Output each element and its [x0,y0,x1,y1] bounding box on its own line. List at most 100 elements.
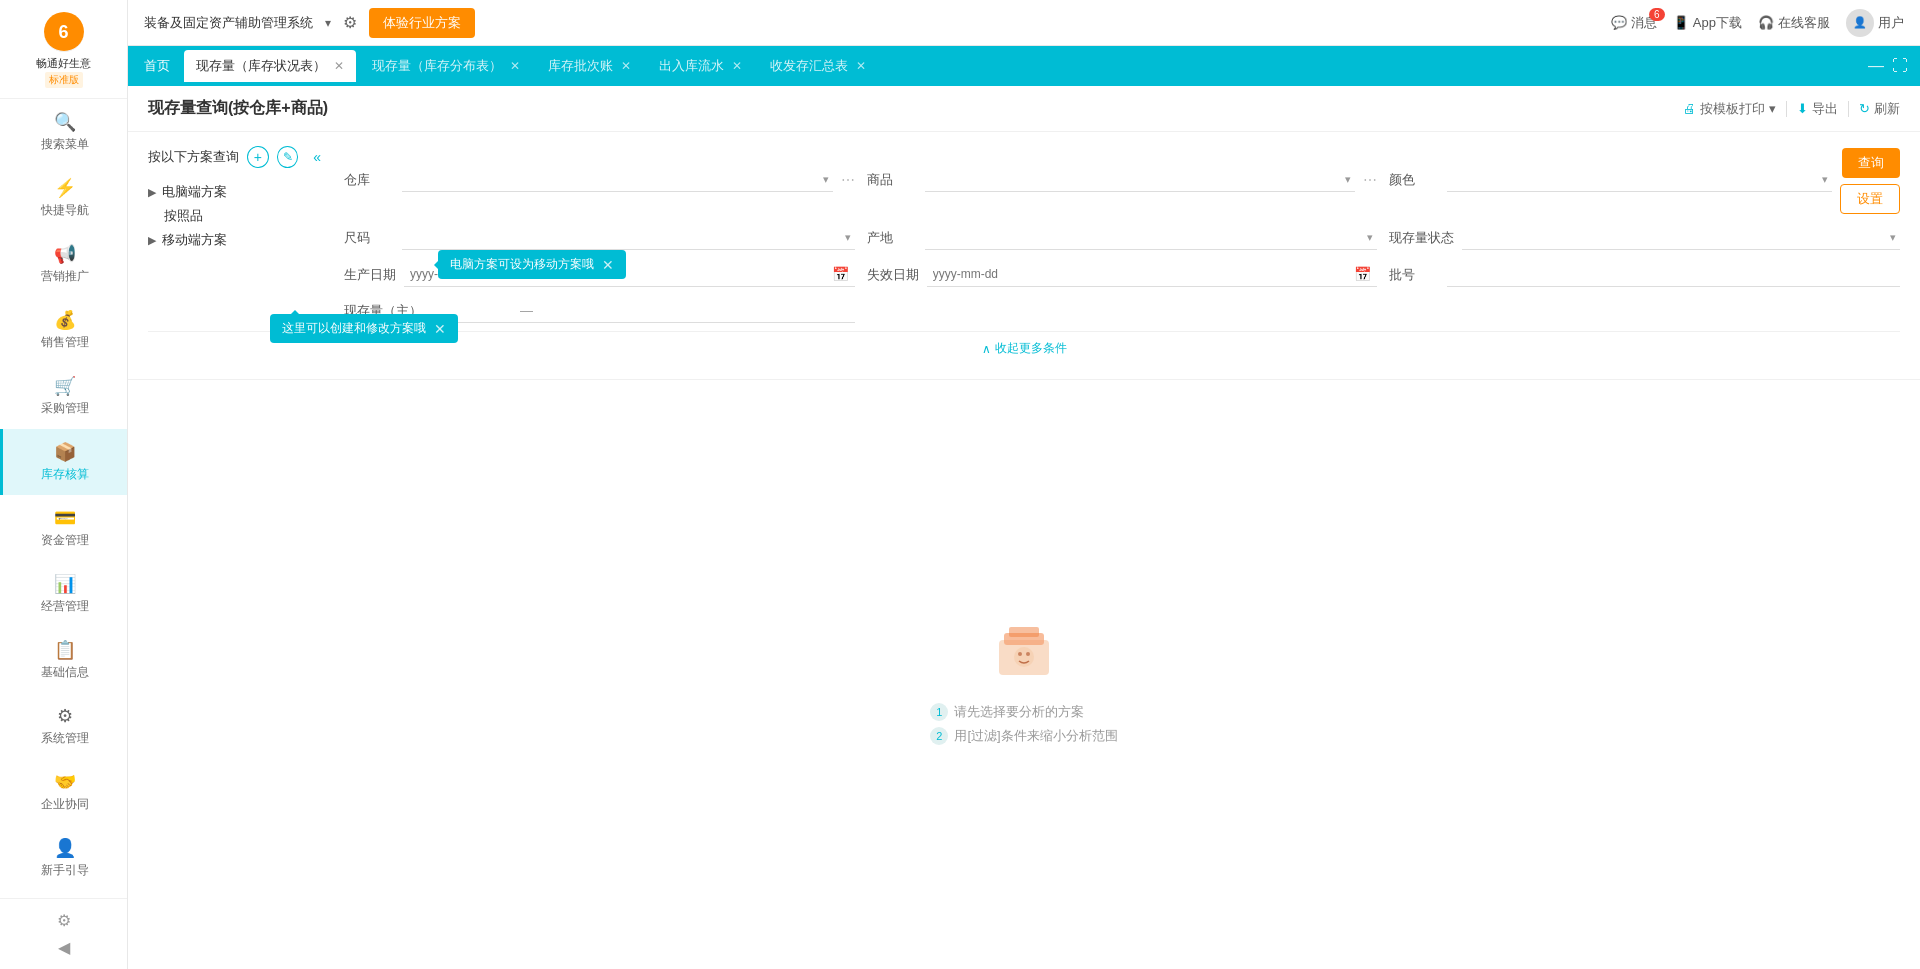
empty-hints: 1 请先选择要分析的方案 2 用[过滤]条件来缩小分析范围 [930,703,1117,745]
color-select[interactable] [1447,168,1832,191]
trial-btn[interactable]: 体验行业方案 [369,8,475,38]
tab-minimize-icon[interactable]: — [1868,57,1884,75]
sidebar-item-label: 搜索菜单 [41,136,89,153]
stock-status-select[interactable] [1462,226,1900,249]
tab-close-inventory-dist[interactable]: ✕ [510,59,520,73]
field-size: 尺码 ▾ [344,226,855,250]
search-reset-col: 查询 设置 [1840,146,1900,214]
exp-date-label: 失效日期 [867,266,919,284]
tab-inventory-status[interactable]: 现存量（库存状况表） ✕ [184,50,356,82]
tab-in-out-flow[interactable]: 出入库流水 ✕ [647,50,754,82]
reset-btn[interactable]: 设置 [1840,184,1900,214]
online-support-btn[interactable]: 🎧 在线客服 [1758,14,1830,32]
stock-qty-range: — [430,299,855,323]
goods-select-wrap: ▾ [925,168,1356,192]
sidebar-item-finance[interactable]: 💳 资金管理 [0,495,127,561]
hint-num-1: 1 [930,703,948,721]
scheme-desktop-children: 按照品 [148,204,328,228]
marketing-icon: 📢 [54,243,76,265]
edit-scheme-btn[interactable]: ✎ [277,146,299,168]
logo-name: 畅通好生意 [36,56,91,70]
warehouse-select[interactable] [402,168,833,191]
search-menu-icon: 🔍 [54,111,76,133]
sidebar-item-system[interactable]: ⚙ 系统管理 [0,693,127,759]
user-menu[interactable]: 👤 用户 [1846,9,1904,37]
tab-home[interactable]: 首页 [132,57,182,75]
size-select[interactable] [402,226,855,249]
warehouse-more-icon[interactable]: ⋯ [841,172,855,188]
exp-date-input[interactable] [933,267,1351,281]
tooltip-scheme: 电脑方案可设为移动方案哦 ✕ [438,250,626,279]
tab-inventory-dist[interactable]: 现存量（库存分布表） ✕ [360,50,532,82]
add-scheme-btn[interactable]: + [247,146,269,168]
tooltip-scheme-text: 电脑方案可设为移动方案哦 [450,256,594,273]
sidebar-item-sales[interactable]: 💰 销售管理 [0,297,127,363]
tab-batch-ledger[interactable]: 库存批次账 ✕ [536,50,643,82]
warehouse-select-wrap: ▾ [402,168,833,192]
scheme-mobile[interactable]: ▶ 移动端方案 [148,228,328,252]
scheme-child-item[interactable]: 按照品 [164,204,328,228]
tab-close-batch-ledger[interactable]: ✕ [621,59,631,73]
sidebar-footer: ⚙ ◀ [0,898,127,969]
logo-icon: 6 [44,12,84,52]
user-label: 用户 [1878,14,1904,32]
prod-date-cal-icon[interactable]: 📅 [832,266,849,282]
empty-hint-1: 1 请先选择要分析的方案 [930,703,1117,721]
scheme-desktop[interactable]: ▶ 电脑端方案 [148,180,328,204]
tooltip-create-close[interactable]: ✕ [434,321,446,337]
goods-more-icon[interactable]: ⋯ [1363,172,1377,188]
online-support-label: 在线客服 [1778,14,1830,32]
header-right: 💬 消息 6 📱 App下载 🎧 在线客服 👤 用户 [1611,9,1904,37]
sidebar-item-purchase[interactable]: 🛒 采购管理 [0,363,127,429]
goods-select[interactable] [925,168,1356,191]
refresh-btn[interactable]: ↻ 刷新 [1859,100,1900,118]
collapse-icon: ∧ [982,342,991,356]
scheme-desktop-label: 电脑端方案 [162,183,328,201]
print-icon: 🖨 [1683,101,1696,116]
print-btn[interactable]: 🖨 按模板打印 ▾ [1683,100,1776,118]
sidebar-item-operations[interactable]: 📊 经营管理 [0,561,127,627]
tab-close-inventory-status[interactable]: ✕ [334,59,344,73]
origin-select-wrap: ▾ [925,226,1378,250]
header-settings-icon[interactable]: ⚙ [343,13,357,32]
basic-info-icon: 📋 [54,639,76,661]
newbie-icon: 👤 [54,837,76,859]
sidebar-item-inventory[interactable]: 📦 库存核算 [0,429,127,495]
divider1 [1786,101,1787,117]
stock-qty-to[interactable] [537,303,617,318]
sidebar-item-label: 采购管理 [41,400,89,417]
arrow-scheme-btn[interactable]: « [306,146,328,168]
system-title: 装备及固定资产辅助管理系统 [144,14,313,32]
stock-status-select-wrap: ▾ [1462,226,1900,250]
tab-close-in-out-flow[interactable]: ✕ [732,59,742,73]
sidebar: 6 畅通好生意 标准版 🔍 搜索菜单 ⚡ 快捷导航 📢 营销推广 💰 销售管理 … [0,0,128,969]
purchase-icon: 🛒 [54,375,76,397]
origin-select[interactable] [925,226,1378,249]
sidebar-item-enterprise[interactable]: 🤝 企业协同 [0,759,127,825]
message-btn[interactable]: 💬 消息 6 [1611,14,1657,32]
search-btn[interactable]: 查询 [1842,148,1900,178]
sidebar-item-basic-info[interactable]: 📋 基础信息 [0,627,127,693]
sidebar-settings-btn[interactable]: ⚙ [57,911,71,930]
app-download-btn[interactable]: 📱 App下载 [1673,14,1742,32]
sidebar-item-label: 快捷导航 [41,202,89,219]
tooltip-scheme-close[interactable]: ✕ [602,257,614,273]
refresh-icon: ↻ [1859,101,1870,116]
batch-input[interactable] [1447,263,1900,287]
tab-close-receipt-summary[interactable]: ✕ [856,59,866,73]
tab-receipt-summary[interactable]: 收发存汇总表 ✕ [758,50,878,82]
tab-maximize-icon[interactable]: ⛶ [1892,57,1908,75]
sidebar-item-label: 系统管理 [41,730,89,747]
export-btn[interactable]: ⬇ 导出 [1797,100,1838,118]
sidebar-item-search-menu[interactable]: 🔍 搜索菜单 [0,99,127,165]
exp-date-cal-icon[interactable]: 📅 [1354,266,1371,282]
field-exp-date: 失效日期 📅 [867,262,1378,287]
filter-row-4: 现存量（主） — [344,299,1900,323]
sidebar-collapse-btn[interactable]: ◀ [58,938,70,957]
sidebar-item-newbie[interactable]: 👤 新手引导 [0,825,127,891]
stock-status-label: 现存量状态 [1389,229,1454,247]
sidebar-item-marketing[interactable]: 📢 营销推广 [0,231,127,297]
sidebar-item-quick-nav[interactable]: ⚡ 快捷导航 [0,165,127,231]
message-icon: 💬 [1611,15,1627,30]
header-dropdown-icon[interactable]: ▾ [325,16,331,30]
